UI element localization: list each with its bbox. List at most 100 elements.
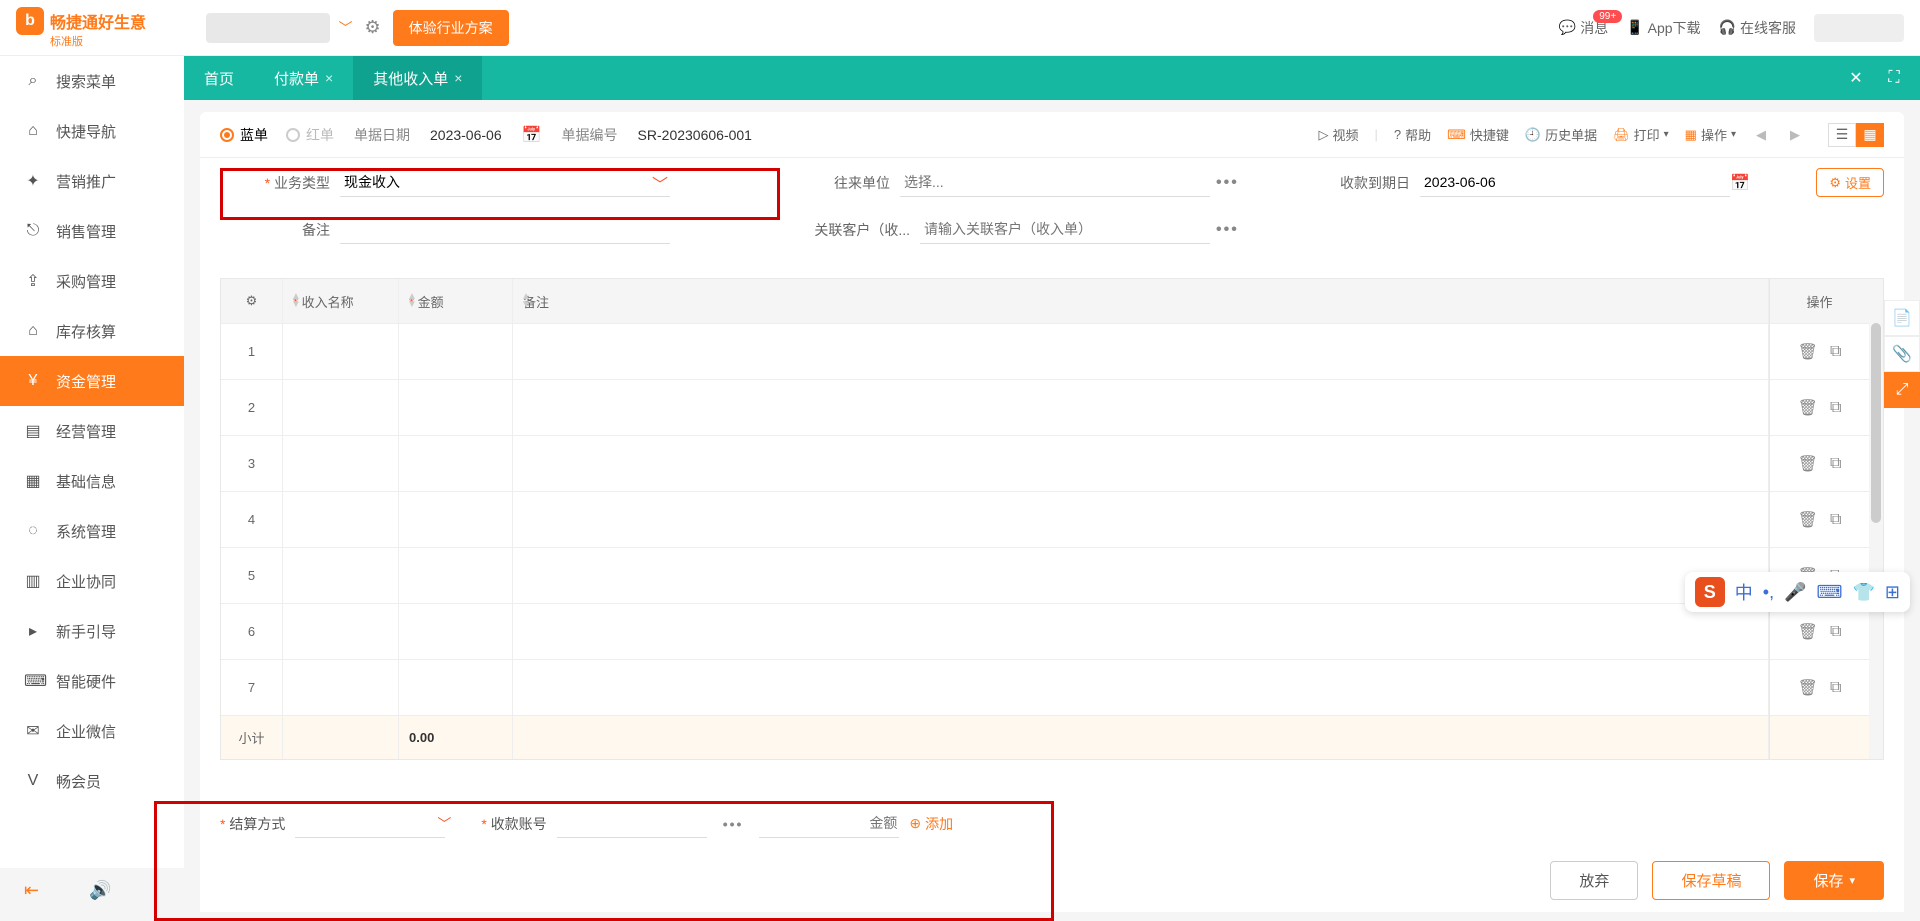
sidebar-item-畅会员[interactable]: V畅会员 xyxy=(0,756,184,806)
delete-icon[interactable]: 🗑 xyxy=(1798,510,1818,530)
cell-amount[interactable] xyxy=(399,436,513,491)
add-settle-button[interactable]: ⊕添加 xyxy=(909,814,953,834)
sidebar-item-营销推广[interactable]: ✦营销推广 xyxy=(0,156,184,206)
close-icon[interactable]: × xyxy=(325,70,333,86)
table-row[interactable]: 2 xyxy=(221,379,1769,435)
gear-icon[interactable]: ⚙ xyxy=(364,17,380,38)
cell-amount[interactable] xyxy=(399,492,513,547)
sidebar-item-采购管理[interactable]: ⇪采购管理 xyxy=(0,256,184,306)
doc-date-value[interactable]: 2023-06-06 xyxy=(430,127,502,143)
cell-remark[interactable] xyxy=(513,492,1769,547)
sidebar-sound-icon[interactable]: 🔊 xyxy=(89,880,111,901)
tab-fullscreen-icon[interactable]: ⛶ xyxy=(1880,64,1908,92)
table-row[interactable]: 4 xyxy=(221,491,1769,547)
ime-zhong[interactable]: 中 xyxy=(1735,579,1753,605)
shortcut-button[interactable]: ⌨快捷键 xyxy=(1447,125,1509,144)
save-draft-button[interactable]: 保存草稿 xyxy=(1652,861,1770,900)
radio-blue[interactable]: 蓝单 xyxy=(220,125,268,145)
copy-icon[interactable]: ⧉ xyxy=(1830,343,1841,361)
more-icon[interactable]: ••• xyxy=(1210,221,1245,239)
copy-icon[interactable]: ⧉ xyxy=(1830,399,1841,417)
help-button[interactable]: ?帮助 xyxy=(1394,125,1431,144)
next-doc-icon[interactable]: ▶ xyxy=(1786,127,1804,143)
cell-name[interactable] xyxy=(283,324,399,379)
discard-button[interactable]: 放弃 xyxy=(1550,861,1638,900)
sidebar-item-企业微信[interactable]: ✉企业微信 xyxy=(0,706,184,756)
ime-mic-icon[interactable]: 🎤 xyxy=(1784,582,1806,603)
due-date-input[interactable] xyxy=(1420,168,1730,197)
side-note-icon[interactable]: 📄 xyxy=(1884,300,1920,336)
video-button[interactable]: ▷视频 xyxy=(1318,125,1358,144)
cell-remark[interactable] xyxy=(513,604,1769,659)
app-download-button[interactable]: 📱 App下载 xyxy=(1626,18,1700,38)
cell-remark[interactable] xyxy=(513,380,1769,435)
cell-name[interactable] xyxy=(283,436,399,491)
copy-icon[interactable]: ⧉ xyxy=(1830,511,1841,529)
cell-name[interactable] xyxy=(283,492,399,547)
copy-icon[interactable]: ⧉ xyxy=(1830,623,1841,641)
remark-input[interactable] xyxy=(340,215,670,244)
table-row[interactable]: 1 xyxy=(221,323,1769,379)
delete-icon[interactable]: 🗑 xyxy=(1798,678,1818,698)
sidebar-item-资金管理[interactable]: ¥资金管理 xyxy=(0,356,184,406)
prev-doc-icon[interactable]: ◀ xyxy=(1752,127,1770,143)
side-expand-icon[interactable]: ⤢ xyxy=(1884,372,1920,408)
calendar-icon[interactable]: 📅 xyxy=(1730,173,1750,193)
sidebar-item-库存核算[interactable]: ⌂库存核算 xyxy=(0,306,184,356)
delete-icon[interactable]: 🗑 xyxy=(1798,454,1818,474)
tab-其他收入单[interactable]: 其他收入单× xyxy=(353,56,482,100)
cell-remark[interactable] xyxy=(513,436,1769,491)
scrollbar-thumb[interactable] xyxy=(1871,323,1881,523)
tab-首页[interactable]: 首页 xyxy=(184,56,254,100)
more-icon[interactable]: ••• xyxy=(1210,174,1245,192)
ime-toolbox-icon[interactable]: ⊞ xyxy=(1885,582,1900,603)
company-selector[interactable]: ﹀ xyxy=(206,13,352,43)
save-button[interactable]: 保存▾ xyxy=(1784,861,1884,900)
copy-icon[interactable]: ⧉ xyxy=(1830,679,1841,697)
sidebar-item-基础信息[interactable]: ▦基础信息 xyxy=(0,456,184,506)
messages-button[interactable]: 💬 消息 99+ xyxy=(1559,18,1608,38)
operate-button[interactable]: ▦操作▾ xyxy=(1685,125,1736,144)
delete-icon[interactable]: 🗑 xyxy=(1798,622,1818,642)
table-row[interactable]: 6 xyxy=(221,603,1769,659)
view-list-icon[interactable]: ☰ xyxy=(1828,123,1856,147)
ime-keyboard-icon[interactable]: ⌨ xyxy=(1817,582,1843,603)
tab-close-all-icon[interactable]: ✕ xyxy=(1842,64,1870,92)
copy-icon[interactable]: ⧉ xyxy=(1830,455,1841,473)
chevron-down-icon[interactable]: ﹀ xyxy=(652,171,668,195)
sidebar-item-企业协同[interactable]: ▥企业协同 xyxy=(0,556,184,606)
more-icon[interactable]: ••• xyxy=(717,816,750,832)
print-button[interactable]: 🖨打印▾ xyxy=(1613,125,1669,144)
side-attach-icon[interactable]: 📎 xyxy=(1884,336,1920,372)
chevron-down-icon[interactable]: ﹀ xyxy=(437,814,451,834)
ime-skin-icon[interactable]: 👕 xyxy=(1852,582,1874,603)
sidebar-item-系统管理[interactable]: ◌系统管理 xyxy=(0,506,184,556)
radio-red[interactable]: 红单 xyxy=(286,125,334,145)
partner-input[interactable] xyxy=(900,168,1210,197)
sidebar-collapse-icon[interactable]: ⇤ xyxy=(24,880,39,901)
sidebar-item-经营管理[interactable]: ▤经营管理 xyxy=(0,406,184,456)
scrollbar-track[interactable] xyxy=(1869,279,1883,759)
online-service-button[interactable]: 🎧 在线客服 xyxy=(1719,18,1796,38)
th-remark[interactable]: ▲▼备注 xyxy=(513,279,1769,323)
cell-name[interactable] xyxy=(283,380,399,435)
cell-amount[interactable] xyxy=(399,660,513,715)
sidebar-item-搜索菜单[interactable]: ⌕搜索菜单 xyxy=(0,56,184,106)
cell-name[interactable] xyxy=(283,604,399,659)
calendar-icon[interactable]: 📅 xyxy=(522,125,542,145)
cell-amount[interactable] xyxy=(399,604,513,659)
th-income-name[interactable]: ▲▼收入名称 xyxy=(283,279,399,323)
settle-amount-input[interactable] xyxy=(759,809,899,838)
cell-amount[interactable] xyxy=(399,548,513,603)
settle-account-input[interactable] xyxy=(557,809,707,838)
cell-name[interactable] xyxy=(283,548,399,603)
settings-button[interactable]: ⚙设置 xyxy=(1816,168,1884,197)
table-row[interactable]: 5 xyxy=(221,547,1769,603)
user-avatar[interactable] xyxy=(1814,14,1904,42)
history-button[interactable]: 🕘历史单据 xyxy=(1525,125,1597,144)
close-icon[interactable]: × xyxy=(454,70,462,86)
ime-toolbar[interactable]: S 中 •, 🎤 ⌨ 👕 ⊞ xyxy=(1685,572,1910,612)
cell-remark[interactable] xyxy=(513,660,1769,715)
view-grid-icon[interactable]: ▦ xyxy=(1856,123,1884,147)
tab-付款单[interactable]: 付款单× xyxy=(254,56,353,100)
